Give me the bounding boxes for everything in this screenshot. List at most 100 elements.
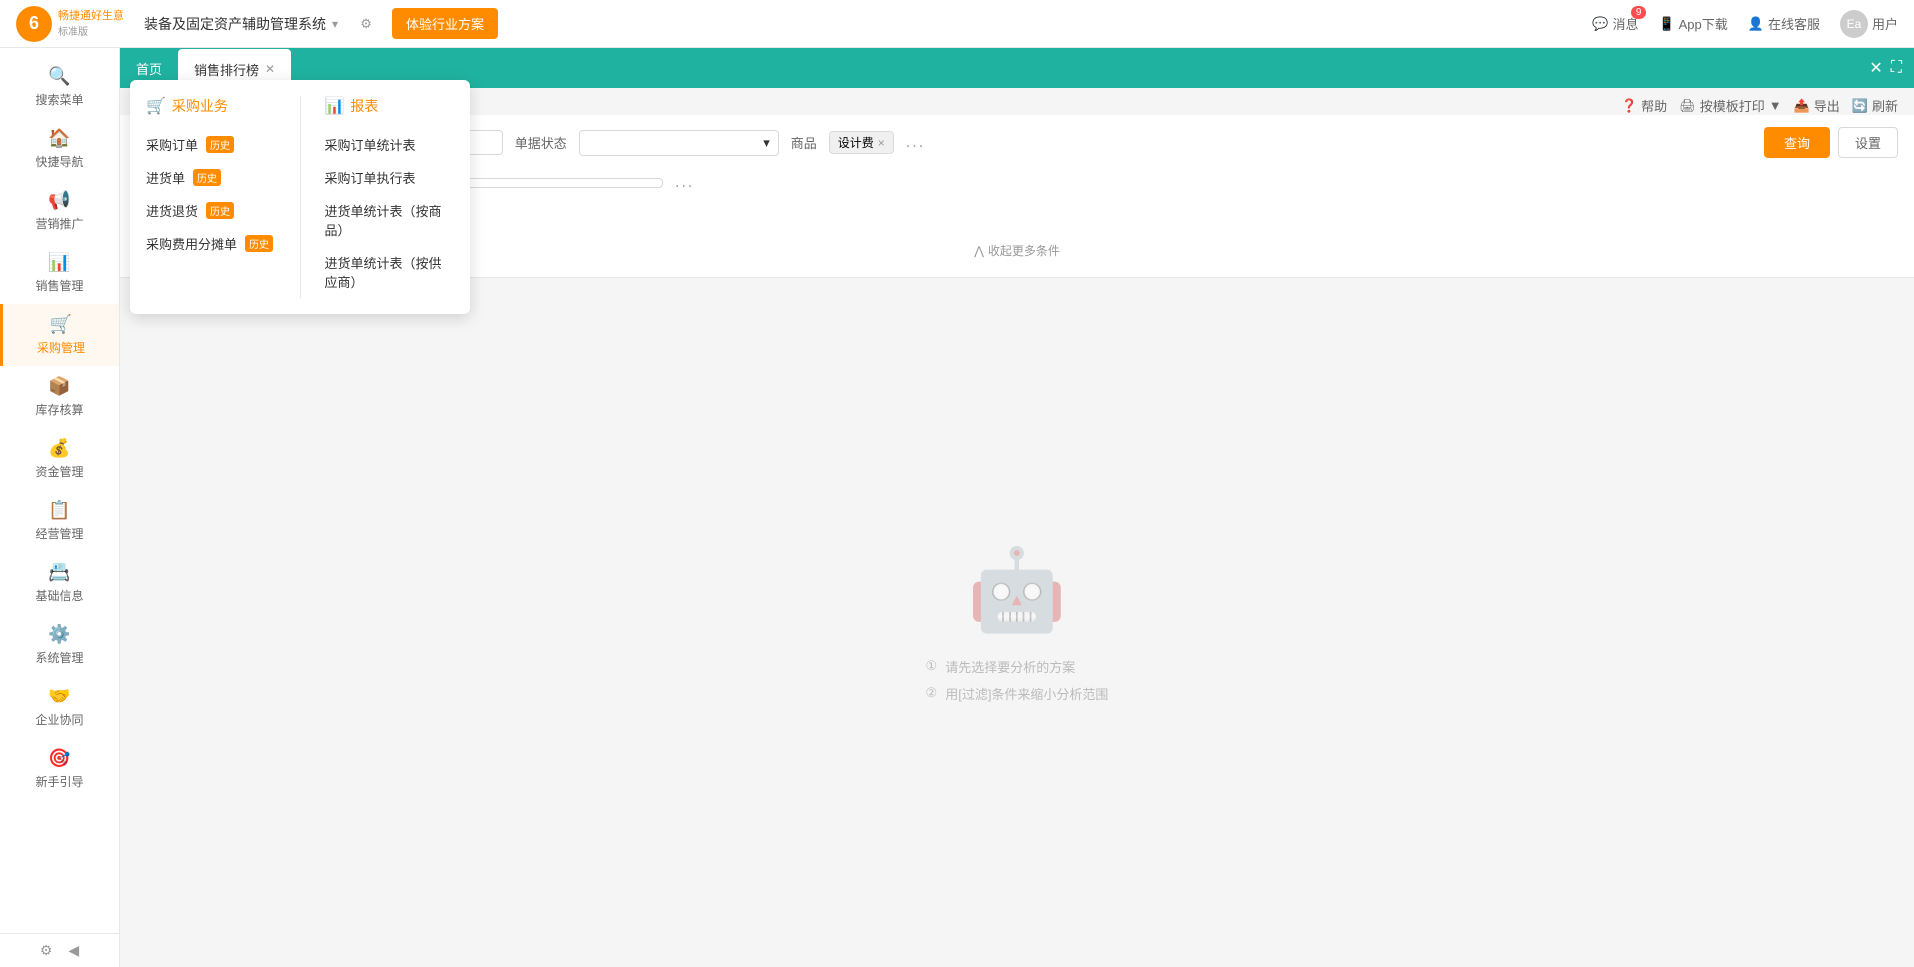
dropdown-item-purchase-order-exec[interactable]: 采购订单执行表 bbox=[325, 161, 455, 194]
dropdown-item-goods-receipt[interactable]: 进货单 历史 bbox=[146, 161, 276, 194]
sidebar: 🔍 搜索菜单 🏠 快捷导航 📢 营销推广 📊 销售管理 🛒 采购管理 📦 库存核… bbox=[0, 48, 120, 967]
settings-btn[interactable]: 设置 bbox=[1838, 127, 1898, 158]
marketing-icon: 📢 bbox=[48, 190, 70, 211]
sidebar-item-guide[interactable]: 🎯 新手引导 bbox=[0, 738, 119, 800]
message-icon: 💬 bbox=[1592, 16, 1608, 32]
sidebar-settings-btn[interactable]: ⚙ bbox=[40, 942, 53, 959]
dropdown-item-goods-receipt-supplier-stats[interactable]: 进货单统计表（按供应商） bbox=[325, 246, 455, 298]
empty-hint-1: 请先选择要分析的方案 bbox=[945, 657, 1075, 676]
tab-home-label: 首页 bbox=[136, 59, 162, 78]
sidebar-item-marketing[interactable]: 📢 营销推广 bbox=[0, 180, 119, 242]
sidebar-item-search[interactable]: 🔍 搜索菜单 bbox=[0, 56, 119, 118]
sidebar-item-quicknav[interactable]: 🏠 快捷导航 bbox=[0, 118, 119, 180]
history-badge: 历史 bbox=[206, 202, 234, 219]
sidebar-item-label: 销售管理 bbox=[35, 277, 83, 294]
dropdown-item-purchase-order-stats[interactable]: 采购订单统计表 bbox=[325, 128, 455, 161]
empty-bullet-2: ② bbox=[926, 685, 938, 701]
dropdown-divider bbox=[300, 96, 301, 298]
dropdown-col1-label: 采购业务 bbox=[172, 96, 228, 116]
empty-bullet-1: ① bbox=[926, 658, 938, 674]
history-badge: 历史 bbox=[193, 169, 221, 186]
message-action[interactable]: 💬 消息 9 bbox=[1592, 14, 1638, 33]
tab-expand-btn[interactable]: ⛶ bbox=[1891, 59, 1902, 77]
dropdown-item-label: 进货单统计表（按商品） bbox=[325, 201, 455, 239]
purchase-icon: 🛒 bbox=[50, 314, 72, 335]
service-icon: 👤 bbox=[1748, 16, 1764, 32]
history-badge: 历史 bbox=[206, 136, 234, 153]
tab-close-btn[interactable]: ✕ bbox=[1869, 58, 1882, 78]
tab-sales-rank-label: 销售排行榜 bbox=[194, 60, 259, 79]
refresh-btn[interactable]: 🔄 刷新 bbox=[1852, 96, 1898, 115]
sidebar-item-purchase[interactable]: 🛒 采购管理 bbox=[0, 304, 119, 366]
help-label: 帮助 bbox=[1641, 96, 1667, 115]
dropdown-col1-title: 🛒 采购业务 bbox=[146, 96, 276, 116]
sidebar-item-label: 采购管理 bbox=[37, 339, 85, 356]
goods-tag-close[interactable]: × bbox=[878, 136, 885, 150]
empty-illustration: 🤖 bbox=[967, 543, 1067, 637]
dropdown-item-label: 采购订单执行表 bbox=[325, 168, 416, 187]
dropdown-col2-icon: 📊 bbox=[325, 96, 345, 116]
online-service-action[interactable]: 👤 在线客服 bbox=[1748, 14, 1820, 33]
industry-btn[interactable]: 体验行业方案 bbox=[392, 8, 498, 39]
goods-tag: 设计费 × bbox=[829, 131, 894, 154]
system-title-arrow[interactable]: ▾ bbox=[332, 17, 338, 31]
print-arrow-icon: ▼ bbox=[1769, 98, 1782, 113]
empty-state: 🤖 ① 请先选择要分析的方案 ② 用[过滤]条件来缩小分析范围 bbox=[120, 278, 1914, 967]
query-btn[interactable]: 查询 bbox=[1764, 127, 1830, 158]
salesperson-dots[interactable]: ... bbox=[675, 174, 694, 192]
message-badge: 9 bbox=[1631, 6, 1647, 19]
print-icon: 🖨 bbox=[1679, 98, 1696, 114]
dropdown-item-label: 采购费用分摊单 bbox=[146, 234, 237, 253]
sidebar-item-label: 经营管理 bbox=[35, 525, 83, 542]
collapse-arrow-icon: ⋀ bbox=[974, 244, 984, 258]
user-action[interactable]: Ea 用户 bbox=[1840, 10, 1898, 38]
inventory-icon: 📦 bbox=[48, 376, 70, 397]
help-btn[interactable]: ❓ 帮助 bbox=[1621, 96, 1667, 115]
sidebar-item-label: 营销推广 bbox=[35, 215, 83, 232]
dropdown-item-label: 进货退货 bbox=[146, 201, 198, 220]
dropdown-item-purchase-expense[interactable]: 采购费用分摊单 历史 bbox=[146, 227, 276, 260]
help-icon: ❓ bbox=[1621, 98, 1637, 114]
sidebar-item-label: 库存核算 bbox=[35, 401, 83, 418]
app-icon: 📱 bbox=[1658, 16, 1674, 32]
dropdown-col2-title: 📊 报表 bbox=[325, 96, 455, 116]
collapse-label: 收起更多条件 bbox=[988, 242, 1060, 259]
print-btn[interactable]: 🖨 按模板打印 ▼ bbox=[1679, 96, 1781, 115]
dropdown-col-report: 📊 报表 采购订单统计表 采购订单执行表 进货单统计表（按商品） 进货单统计表（… bbox=[325, 96, 455, 298]
salesperson-select[interactable] bbox=[463, 178, 663, 188]
print-label: 按模板打印 bbox=[1700, 96, 1765, 115]
sidebar-bottom: ⚙ ◀ bbox=[0, 933, 119, 967]
search-icon: 🔍 bbox=[48, 66, 70, 87]
app-download-label: App下载 bbox=[1679, 14, 1728, 33]
document-status-select[interactable]: ▾ bbox=[579, 130, 779, 156]
app-download-action[interactable]: 📱 App下载 bbox=[1658, 14, 1727, 33]
dropdown-item-goods-return[interactable]: 进货退货 历史 bbox=[146, 194, 276, 227]
sidebar-item-finance[interactable]: 💰 资金管理 bbox=[0, 428, 119, 490]
system-settings-icon[interactable]: ⚙ bbox=[352, 10, 380, 38]
user-label: 用户 bbox=[1872, 14, 1898, 33]
dropdown-item-label: 进货单统计表（按供应商） bbox=[325, 253, 455, 291]
export-label: 导出 bbox=[1814, 96, 1840, 115]
sidebar-item-collab[interactable]: 🤝 企业协同 bbox=[0, 676, 119, 738]
goods-dots[interactable]: ... bbox=[906, 134, 925, 152]
export-icon: 📤 bbox=[1794, 98, 1810, 114]
export-btn[interactable]: 📤 导出 bbox=[1794, 96, 1840, 115]
system-title-text: 装备及固定资产辅助管理系统 bbox=[144, 14, 326, 34]
sidebar-item-inventory[interactable]: 📦 库存核算 bbox=[0, 366, 119, 428]
dropdown-item-label: 采购订单统计表 bbox=[325, 135, 416, 154]
sidebar-item-system[interactable]: ⚙️ 系统管理 bbox=[0, 614, 119, 676]
tab-close-icon[interactable]: ✕ bbox=[265, 62, 275, 76]
system-icon: ⚙️ bbox=[48, 624, 70, 645]
sidebar-collapse-btn[interactable]: ◀ bbox=[68, 942, 79, 959]
dropdown-item-goods-receipt-stats[interactable]: 进货单统计表（按商品） bbox=[325, 194, 455, 246]
dropdown-item-purchase-order[interactable]: 采购订单 历史 bbox=[146, 128, 276, 161]
sidebar-item-sales[interactable]: 📊 销售管理 bbox=[0, 242, 119, 304]
online-service-label: 在线客服 bbox=[1768, 14, 1820, 33]
dropdown-col1-icon: 🛒 bbox=[146, 96, 166, 116]
sidebar-item-basics[interactable]: 📇 基础信息 bbox=[0, 552, 119, 614]
dropdown-col-purchase: 🛒 采购业务 采购订单 历史 进货单 历史 进货退货 历史 采购费用分摊单 历史 bbox=[146, 96, 276, 298]
refresh-label: 刷新 bbox=[1872, 96, 1898, 115]
sidebar-item-operations[interactable]: 📋 经营管理 bbox=[0, 490, 119, 552]
document-status-arrow: ▾ bbox=[763, 135, 770, 151]
sidebar-item-label: 新手引导 bbox=[35, 773, 83, 790]
